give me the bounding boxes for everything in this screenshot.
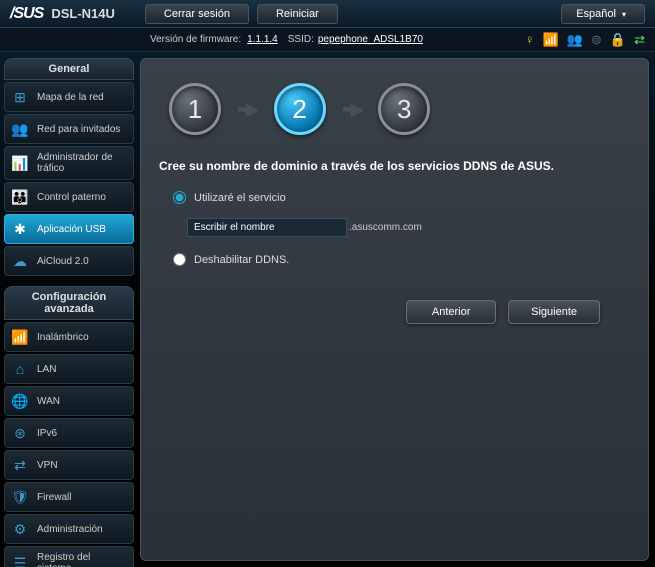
info-bar: Versión de firmware: 1.1.1.4 SSID: pepep… (0, 28, 655, 52)
sidebar-item-aicloud[interactable]: ☁ AiCloud 2.0 (4, 246, 134, 276)
sidebar-item-label: Administrador de tráfico (37, 152, 127, 174)
sidebar-item-label: Registro del sistema (37, 552, 127, 567)
radio-disable-ddns-label: Deshabilitar DDNS. (194, 254, 289, 266)
sidebar-item-parental-control[interactable]: 👪 Control paterno (4, 182, 134, 212)
guest-network-icon: 👥 (11, 120, 29, 138)
step-arrow-icon: ▪▪▶ (342, 99, 363, 120)
previous-button[interactable]: Anterior (406, 300, 496, 324)
domain-name-input[interactable] (187, 218, 347, 237)
wan-icon: 🌐 (11, 392, 29, 410)
sidebar-item-label: WAN (37, 396, 60, 407)
aicloud-icon: ☁ (11, 252, 29, 270)
network-map-icon: ⊞ (11, 88, 29, 106)
sidebar-item-usb-application[interactable]: ✱ Aplicación USB (4, 214, 134, 244)
status-icon-bulb[interactable]: ♀ (525, 32, 535, 48)
step-3: 3 (378, 83, 430, 135)
status-icon-users[interactable]: 👥 (567, 32, 583, 48)
parental-control-icon: 👪 (11, 188, 29, 206)
sidebar-item-administration[interactable]: ⚙ Administración (4, 514, 134, 544)
sidebar-item-ipv6[interactable]: ⊛ IPv6 (4, 418, 134, 448)
sidebar-item-label: Red para invitados (37, 124, 120, 135)
sidebar-item-wireless[interactable]: 📶 Inalámbrico (4, 322, 134, 352)
sidebar-header-advanced: Configuración avanzada (4, 286, 134, 320)
top-bar: /SUS DSL-N14U Cerrar sesión Reiniciar Es… (0, 0, 655, 28)
firmware-value[interactable]: 1.1.1.4 (247, 34, 278, 45)
sidebar-item-vpn[interactable]: ⇄ VPN (4, 450, 134, 480)
ssid-value[interactable]: pepephone_ADSL1B70 (318, 34, 423, 45)
radio-use-service-input[interactable] (173, 191, 186, 204)
sidebar-item-label: Aplicación USB (37, 224, 106, 235)
radio-use-service-label: Utilizaré el servicio (194, 192, 286, 204)
sidebar-item-traffic-manager[interactable]: 📊 Administrador de tráfico (4, 146, 134, 180)
firmware-label: Versión de firmware: (150, 34, 241, 45)
ssid-label: SSID: (288, 34, 314, 45)
status-icon-wifi[interactable]: 📶 (543, 32, 559, 48)
radio-disable-ddns-input[interactable] (173, 253, 186, 266)
language-dropdown[interactable]: Español (561, 4, 645, 24)
administration-icon: ⚙ (11, 520, 29, 538)
usb-application-icon: ✱ (11, 220, 29, 238)
status-icons: ♀ 📶 👥 ⊚ 🔒 ⇄ (525, 32, 645, 48)
step-indicator: 1 ▪▪▶ 2 ▪▪▶ 3 (169, 83, 630, 135)
system-log-icon: ☰ (11, 554, 29, 567)
page-heading: Cree su nombre de dominio a través de lo… (159, 159, 630, 173)
status-icon-lock[interactable]: 🔒 (610, 32, 626, 48)
sidebar-item-label: Administración (37, 524, 103, 535)
model-label: DSL-N14U (51, 6, 115, 21)
sidebar-item-system-log[interactable]: ☰ Registro del sistema (4, 546, 134, 567)
sidebar: General ⊞ Mapa de la red 👥 Red para invi… (0, 52, 138, 567)
sidebar-item-network-map[interactable]: ⊞ Mapa de la red (4, 82, 134, 112)
sidebar-item-label: IPv6 (37, 428, 57, 439)
step-arrow-icon: ▪▪▶ (237, 99, 258, 120)
radio-disable-ddns[interactable]: Deshabilitar DDNS. (173, 253, 630, 266)
sidebar-item-label: LAN (37, 364, 56, 375)
sidebar-item-guest-network[interactable]: 👥 Red para invitados (4, 114, 134, 144)
sidebar-item-lan[interactable]: ⌂ LAN (4, 354, 134, 384)
sidebar-item-label: Firewall (37, 492, 71, 503)
lan-icon: ⌂ (11, 360, 29, 378)
reboot-button[interactable]: Reiniciar (257, 4, 338, 24)
step-1: 1 (169, 83, 221, 135)
sidebar-item-label: Control paterno (37, 192, 106, 203)
wireless-icon: 📶 (11, 328, 29, 346)
domain-suffix: .asuscomm.com (349, 222, 422, 233)
vpn-icon: ⇄ (11, 456, 29, 474)
radio-use-service[interactable]: Utilizaré el servicio (173, 191, 630, 204)
traffic-manager-icon: 📊 (11, 154, 29, 172)
domain-input-row: .asuscomm.com (187, 218, 630, 237)
sidebar-item-label: VPN (37, 460, 58, 471)
sidebar-item-label: AiCloud 2.0 (37, 256, 89, 267)
status-icon-gear[interactable]: ⊚ (591, 32, 602, 48)
logout-button[interactable]: Cerrar sesión (145, 4, 249, 24)
sidebar-item-label: Inalámbrico (37, 332, 89, 343)
step-2: 2 (274, 83, 326, 135)
ipv6-icon: ⊛ (11, 424, 29, 442)
sidebar-header-general: General (4, 58, 134, 80)
sidebar-item-firewall[interactable]: 🛡 Firewall (4, 482, 134, 512)
sidebar-item-label: Mapa de la red (37, 92, 104, 103)
next-button[interactable]: Siguiente (508, 300, 600, 324)
button-row: Anterior Siguiente (159, 300, 600, 324)
brand-logo: /SUS (10, 5, 43, 23)
content-panel: 1 ▪▪▶ 2 ▪▪▶ 3 Cree su nombre de dominio … (140, 58, 649, 561)
firewall-icon: 🛡 (11, 488, 29, 506)
status-icon-usb[interactable]: ⇄ (634, 32, 645, 48)
sidebar-item-wan[interactable]: 🌐 WAN (4, 386, 134, 416)
